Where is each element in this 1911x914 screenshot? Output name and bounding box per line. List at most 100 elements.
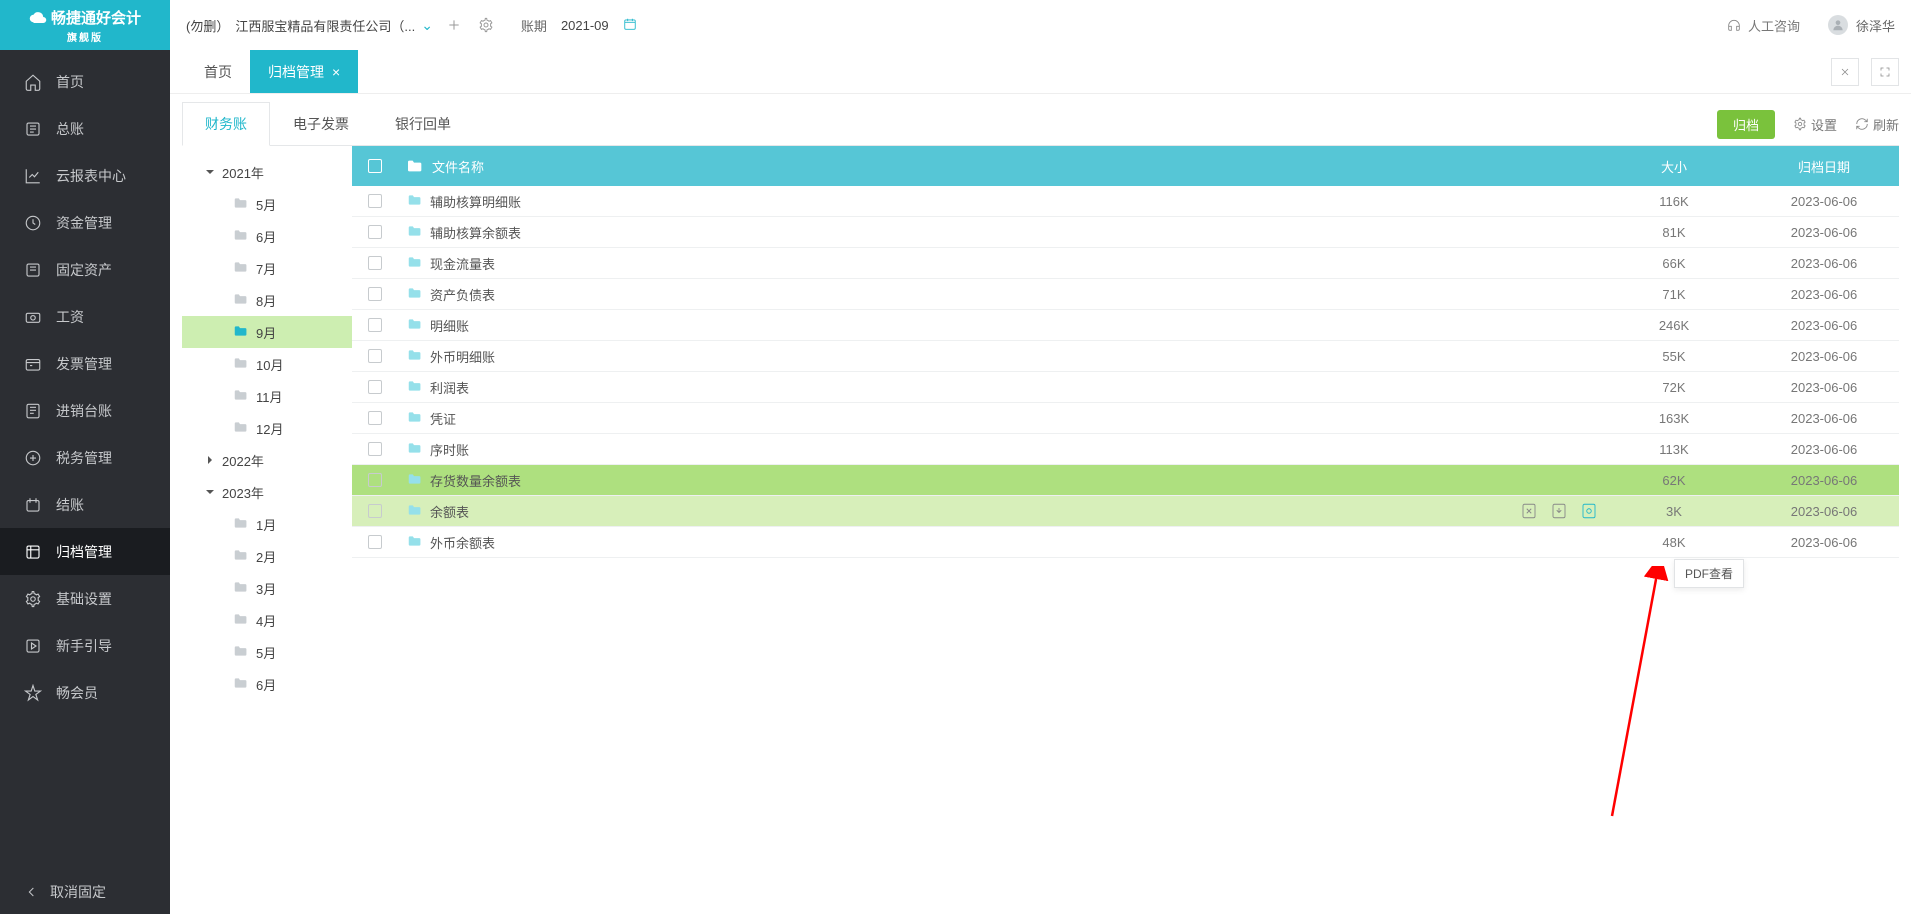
nav-icon <box>24 590 42 608</box>
row-checkbox[interactable] <box>352 473 398 487</box>
logo-subtext: 旗舰版 <box>67 29 103 44</box>
period-value[interactable]: 2021-09 <box>561 18 609 33</box>
tree-month-label: 8月 <box>256 291 276 310</box>
table-row[interactable]: 明细账246K2023-06-06 <box>352 310 1899 341</box>
inner-tab-einvoice[interactable]: 电子发票 <box>270 102 372 146</box>
row-date: 2023-06-06 <box>1749 473 1899 488</box>
table-row[interactable]: 资产负债表71K2023-06-06 <box>352 279 1899 310</box>
sidebar-item-label: 进销台账 <box>56 401 112 421</box>
company-prefix: (勿删） <box>186 16 229 35</box>
tree-month[interactable]: 6月 <box>182 668 352 700</box>
close-tab-button[interactable] <box>1831 58 1859 86</box>
sidebar-item-5[interactable]: 工资 <box>0 293 170 340</box>
row-checkbox[interactable] <box>352 504 398 518</box>
tree-month[interactable]: 2月 <box>182 540 352 572</box>
table-row[interactable]: 凭证163K2023-06-06 <box>352 403 1899 434</box>
sidebar-item-0[interactable]: 首页 <box>0 58 170 105</box>
tree-month[interactable]: 11月 <box>182 380 352 412</box>
tree-month[interactable]: 10月 <box>182 348 352 380</box>
row-checkbox[interactable] <box>352 287 398 301</box>
add-button[interactable] <box>443 14 465 36</box>
sidebar-item-7[interactable]: 进销台账 <box>0 387 170 434</box>
tree-month[interactable]: 7月 <box>182 252 352 284</box>
tree-month-label: 2月 <box>256 547 276 566</box>
tab-home[interactable]: 首页 <box>186 50 250 93</box>
sidebar-item-1[interactable]: 总账 <box>0 105 170 152</box>
sidebar-item-10[interactable]: 归档管理 <box>0 528 170 575</box>
row-date: 2023-06-06 <box>1749 411 1899 426</box>
row-checkbox[interactable] <box>352 318 398 332</box>
user-name: 徐泽华 <box>1856 16 1895 35</box>
sidebar-item-3[interactable]: 资金管理 <box>0 199 170 246</box>
table-row[interactable]: 余额表3K2023-06-06 <box>352 496 1899 527</box>
row-checkbox[interactable] <box>352 256 398 270</box>
sidebar-item-6[interactable]: 发票管理 <box>0 340 170 387</box>
sidebar-item-11[interactable]: 基础设置 <box>0 575 170 622</box>
row-checkbox[interactable] <box>352 535 398 549</box>
sidebar-unpin[interactable]: 取消固定 <box>0 870 170 914</box>
user-menu[interactable]: 徐泽华 <box>1828 15 1895 35</box>
inner-tabs: 财务账 电子发票 银行回单 <box>182 102 474 146</box>
tree-month[interactable]: 3月 <box>182 572 352 604</box>
tree-month[interactable]: 9月 <box>182 316 352 348</box>
row-checkbox[interactable] <box>352 380 398 394</box>
tree-month-label: 5月 <box>256 195 276 214</box>
sidebar-item-8[interactable]: 税务管理 <box>0 434 170 481</box>
tree-month-label: 3月 <box>256 579 276 598</box>
company-selector[interactable]: (勿删） 江西服宝精品有限责任公司（... ⌄ <box>186 16 433 35</box>
folder-icon <box>406 472 422 489</box>
sidebar-item-13[interactable]: 畅会员 <box>0 669 170 716</box>
tree-month[interactable]: 6月 <box>182 220 352 252</box>
table-row[interactable]: 存货数量余额表62K2023-06-06 <box>352 465 1899 496</box>
archive-button[interactable]: 归档 <box>1717 110 1775 139</box>
table-row[interactable]: 利润表72K2023-06-06 <box>352 372 1899 403</box>
header-date: 归档日期 <box>1749 157 1899 176</box>
excel-download-icon[interactable] <box>1519 501 1539 521</box>
row-checkbox[interactable] <box>352 442 398 456</box>
sidebar-item-9[interactable]: 结账 <box>0 481 170 528</box>
row-date: 2023-06-06 <box>1749 380 1899 395</box>
sidebar-item-2[interactable]: 云报表中心 <box>0 152 170 199</box>
avatar <box>1828 15 1848 35</box>
table-row[interactable]: 辅助核算明细账116K2023-06-06 <box>352 186 1899 217</box>
tree-month[interactable]: 1月 <box>182 508 352 540</box>
tree-month[interactable]: 4月 <box>182 604 352 636</box>
inner-tab-bankreceipt[interactable]: 银行回单 <box>372 102 474 146</box>
fullscreen-button[interactable] <box>1871 58 1899 86</box>
inner-tab-finance[interactable]: 财务账 <box>182 102 270 146</box>
sidebar-item-12[interactable]: 新手引导 <box>0 622 170 669</box>
pdf-download-icon[interactable] <box>1549 501 1569 521</box>
tree-month[interactable]: 5月 <box>182 188 352 220</box>
nav-icon <box>24 543 42 561</box>
consult-link[interactable]: 人工咨询 <box>1726 16 1800 35</box>
table-row[interactable]: 现金流量表66K2023-06-06 <box>352 248 1899 279</box>
tree-year[interactable]: 2023年 <box>182 476 352 508</box>
close-icon[interactable]: × <box>332 64 340 80</box>
refresh-icon <box>1855 117 1869 131</box>
calendar-icon[interactable] <box>623 17 637 34</box>
tree-month[interactable]: 5月 <box>182 636 352 668</box>
folder-icon <box>406 379 422 396</box>
tree-month[interactable]: 12月 <box>182 412 352 444</box>
tab-label: 归档管理 <box>268 62 324 82</box>
table-row[interactable]: 外币明细账55K2023-06-06 <box>352 341 1899 372</box>
table-row[interactable]: 外币余额表48K2023-06-06 <box>352 527 1899 558</box>
row-checkbox[interactable] <box>352 194 398 208</box>
pdf-view-icon[interactable] <box>1579 501 1599 521</box>
table-row[interactable]: 序时账113K2023-06-06 <box>352 434 1899 465</box>
tree-year[interactable]: 2021年 <box>182 156 352 188</box>
header-checkbox[interactable] <box>352 159 398 173</box>
row-size: 246K <box>1599 318 1749 333</box>
tree-month[interactable]: 8月 <box>182 284 352 316</box>
row-checkbox[interactable] <box>352 349 398 363</box>
gear-icon[interactable] <box>475 14 497 36</box>
tree-year[interactable]: 2022年 <box>182 444 352 476</box>
cloud-icon <box>29 8 47 26</box>
tab-archive[interactable]: 归档管理 × <box>250 50 358 93</box>
refresh-link[interactable]: 刷新 <box>1855 115 1899 134</box>
settings-link[interactable]: 设置 <box>1793 115 1837 134</box>
table-row[interactable]: 辅助核算余额表81K2023-06-06 <box>352 217 1899 248</box>
row-checkbox[interactable] <box>352 225 398 239</box>
row-checkbox[interactable] <box>352 411 398 425</box>
sidebar-item-4[interactable]: 固定资产 <box>0 246 170 293</box>
